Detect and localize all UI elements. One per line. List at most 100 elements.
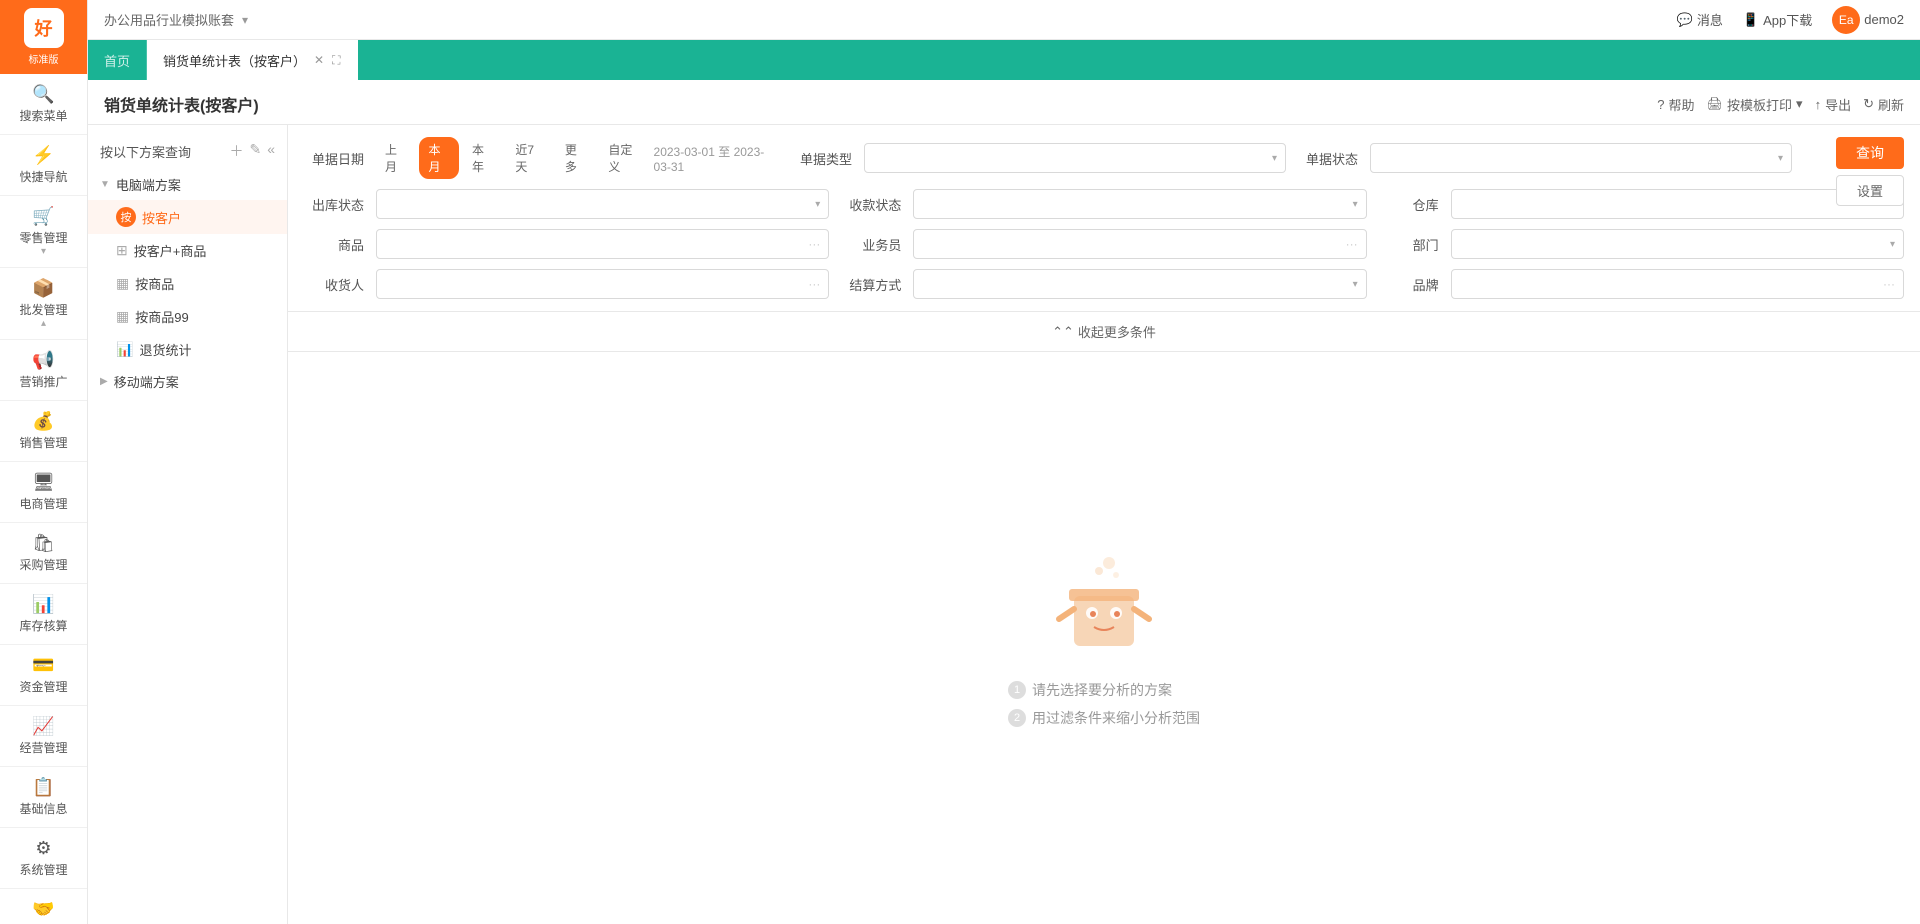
tree-item-goods[interactable]: ▦ 按商品 bbox=[88, 267, 287, 300]
sidebar-item-marketing[interactable]: 📢 营销推广 bbox=[0, 340, 87, 401]
tree-group-desktop-label[interactable]: ▼ 电脑端方案 bbox=[88, 169, 287, 200]
sidebar-item-label: 零售管理 bbox=[19, 229, 67, 246]
print-label: 按模板打印 bbox=[1727, 95, 1792, 114]
industry-label: 办公用品行业模拟账套 bbox=[104, 10, 234, 29]
collect-status-arrow-icon: ▾ bbox=[1353, 199, 1358, 210]
chevron-down-icon: ▾ bbox=[41, 246, 46, 257]
brand-select[interactable]: ··· bbox=[1451, 269, 1904, 299]
refresh-label: 刷新 bbox=[1878, 95, 1904, 114]
tree-group-desktop: ▼ 电脑端方案 按 按客户 ⊞ 按客户+商品 ▦ 按商品 bbox=[88, 169, 287, 366]
staff-select[interactable]: ··· bbox=[913, 229, 1366, 259]
sidebar-item-inventory[interactable]: 📊 库存核算 bbox=[0, 584, 87, 645]
tab-close-btn[interactable]: ✕ bbox=[314, 53, 324, 67]
customer-dot-icon: 按 bbox=[116, 207, 136, 227]
tab-home-label: 首页 bbox=[104, 51, 130, 70]
user-info[interactable]: Ea demo2 bbox=[1832, 6, 1904, 34]
right-panel: 单据日期 上月 本月 本年 近7天 更多 自定义 2023-03-01 至 20… bbox=[288, 125, 1920, 924]
tab-home[interactable]: 首页 bbox=[88, 40, 147, 80]
industry-dropdown[interactable]: ▾ bbox=[242, 13, 248, 27]
print-dropdown-icon: ▾ bbox=[1796, 96, 1803, 112]
sidebar-item-wholesale[interactable]: 📦 批发管理 ▴ bbox=[0, 268, 87, 340]
export-btn[interactable]: ↑ 导出 bbox=[1815, 95, 1852, 114]
bill-status-select[interactable]: ▾ bbox=[1370, 143, 1792, 173]
hint-num-2: 2 bbox=[1008, 709, 1026, 727]
receiver-select[interactable]: ··· bbox=[376, 269, 829, 299]
dept-select[interactable]: ▾ bbox=[1451, 229, 1904, 259]
tree-item-goods99[interactable]: ▦ 按商品99 bbox=[88, 300, 287, 333]
sidebar-item-collab[interactable]: 🤝 企业协同 bbox=[0, 889, 87, 924]
settle-label: 结算方式 bbox=[841, 275, 901, 294]
hint-text-1: 请先选择要分析的方案 bbox=[1032, 680, 1172, 700]
inventory-icon: 📊 bbox=[32, 594, 54, 615]
print-btn[interactable]: 🖨 按模板打印 ▾ bbox=[1707, 95, 1803, 114]
inner-layout: 按以下方案查询 ＋ ✎ « ▼ 电脑端方案 按 按客户 bbox=[88, 125, 1920, 924]
main-area: 办公用品行业模拟账套 ▾ 💬 消息 📱 App下载 Ea demo2 首页 销货… bbox=[88, 0, 1920, 924]
filter-row-1: 单据日期 上月 本月 本年 近7天 更多 自定义 2023-03-01 至 20… bbox=[304, 137, 1904, 179]
empty-hint-1: 1 请先选择要分析的方案 bbox=[1008, 680, 1200, 700]
sidebar-logo[interactable]: 好 标准版 bbox=[0, 0, 87, 74]
tree-group-mobile-label[interactable]: ▶ 移动端方案 bbox=[88, 366, 287, 397]
collapse-panel-btn[interactable]: « bbox=[267, 141, 275, 161]
message-btn[interactable]: 💬 消息 bbox=[1677, 10, 1723, 29]
edit-scheme-btn[interactable]: ✎ bbox=[249, 141, 261, 161]
tab-sales-stats[interactable]: 销货单统计表（按客户） ✕ ⛶ bbox=[147, 40, 357, 80]
date-this-year-btn[interactable]: 本年 bbox=[463, 137, 502, 179]
panel-header-actions: ＋ ✎ « bbox=[229, 141, 275, 161]
staff-dots-icon: ··· bbox=[1346, 237, 1358, 251]
table-icon: ▦ bbox=[116, 275, 129, 292]
sidebar-item-search[interactable]: 🔍 搜索菜单 bbox=[0, 74, 87, 135]
receiver-label: 收货人 bbox=[304, 275, 364, 294]
tree-group-mobile: ▶ 移动端方案 bbox=[88, 366, 287, 397]
sidebar-item-label: 搜索菜单 bbox=[19, 107, 67, 124]
collect-status-select[interactable]: ▾ bbox=[913, 189, 1366, 219]
help-btn[interactable]: ? 帮助 bbox=[1657, 95, 1694, 114]
bill-type-arrow-icon: ▾ bbox=[1272, 153, 1277, 164]
bill-type-label: 单据类型 bbox=[792, 149, 852, 168]
date-more-btn[interactable]: 更多 bbox=[556, 137, 595, 179]
sidebar-item-label: 批发管理 bbox=[19, 301, 67, 318]
tab-sales-stats-label: 销货单统计表（按客户） bbox=[163, 51, 306, 70]
settings-button[interactable]: 设置 bbox=[1836, 175, 1904, 206]
app-download-btn[interactable]: 📱 App下载 bbox=[1743, 10, 1812, 29]
date-prev-month-btn[interactable]: 上月 bbox=[376, 137, 415, 179]
sidebar-item-basic[interactable]: 📋 基础信息 bbox=[0, 767, 87, 828]
refresh-btn[interactable]: ↻ 刷新 bbox=[1863, 95, 1904, 114]
goods-dots-icon: ··· bbox=[808, 237, 820, 251]
sidebar-item-ecommerce[interactable]: 🖥 电商管理 bbox=[0, 462, 87, 523]
filter-row-2: 出库状态 ▾ 收款状态 ▾ 仓库 bbox=[304, 189, 1904, 219]
add-scheme-btn[interactable]: ＋ bbox=[229, 141, 243, 161]
settle-select[interactable]: ▾ bbox=[913, 269, 1366, 299]
bill-type-select[interactable]: ▾ bbox=[864, 143, 1286, 173]
help-label: 帮助 bbox=[1668, 95, 1694, 114]
date-filter-area: 上月 本月 本年 近7天 更多 自定义 2023-03-01 至 2023-03… bbox=[376, 137, 780, 179]
date-this-month-btn[interactable]: 本月 bbox=[419, 137, 458, 179]
date-custom-btn[interactable]: 自定义 bbox=[599, 137, 649, 179]
tab-maximize-btn[interactable]: ⛶ bbox=[332, 53, 340, 68]
warehouse-label: 仓库 bbox=[1379, 195, 1439, 214]
logo-subtext: 标准版 bbox=[29, 51, 59, 66]
out-status-select[interactable]: ▾ bbox=[376, 189, 829, 219]
sidebar-item-label: 销售管理 bbox=[19, 434, 67, 451]
sidebar-item-nav[interactable]: ⚡ 快捷导航 bbox=[0, 135, 87, 196]
sidebar-item-operations[interactable]: 📈 经营管理 bbox=[0, 706, 87, 767]
refresh-icon: ↻ bbox=[1863, 96, 1874, 112]
bill-status-arrow-icon: ▾ bbox=[1778, 153, 1783, 164]
ecommerce-icon: 🖥 bbox=[32, 472, 55, 493]
query-button[interactable]: 查询 bbox=[1836, 137, 1904, 169]
collapse-btn[interactable]: ⌃⌃ 收起更多条件 bbox=[1036, 318, 1172, 345]
sidebar-item-system[interactable]: ⚙ 系统管理 bbox=[0, 828, 87, 889]
sidebar-item-sales[interactable]: 💰 销售管理 bbox=[0, 401, 87, 462]
sidebar-item-finance[interactable]: 💳 资金管理 bbox=[0, 645, 87, 706]
goods-select[interactable]: ··· bbox=[376, 229, 829, 259]
tree-item-customer[interactable]: 按 按客户 bbox=[88, 200, 287, 234]
system-icon: ⚙ bbox=[35, 838, 51, 859]
sidebar-item-purchase[interactable]: 🛍 采购管理 bbox=[0, 523, 87, 584]
page-actions: ? 帮助 🖨 按模板打印 ▾ ↑ 导出 ↻ 刷新 bbox=[1657, 95, 1904, 114]
tree-item-customer-goods[interactable]: ⊞ 按客户+商品 bbox=[88, 234, 287, 267]
tree-item-return[interactable]: 📊 退货统计 bbox=[88, 333, 287, 366]
tabbar: 首页 销货单统计表（按客户） ✕ ⛶ bbox=[88, 40, 1920, 80]
sidebar-item-label: 采购管理 bbox=[19, 556, 67, 573]
sidebar-item-retail[interactable]: 🛒 零售管理 ▾ bbox=[0, 196, 87, 268]
date-7days-btn[interactable]: 近7天 bbox=[506, 137, 551, 179]
filter-row-3: 商品 ··· 业务员 ··· 部门 bbox=[304, 229, 1904, 259]
